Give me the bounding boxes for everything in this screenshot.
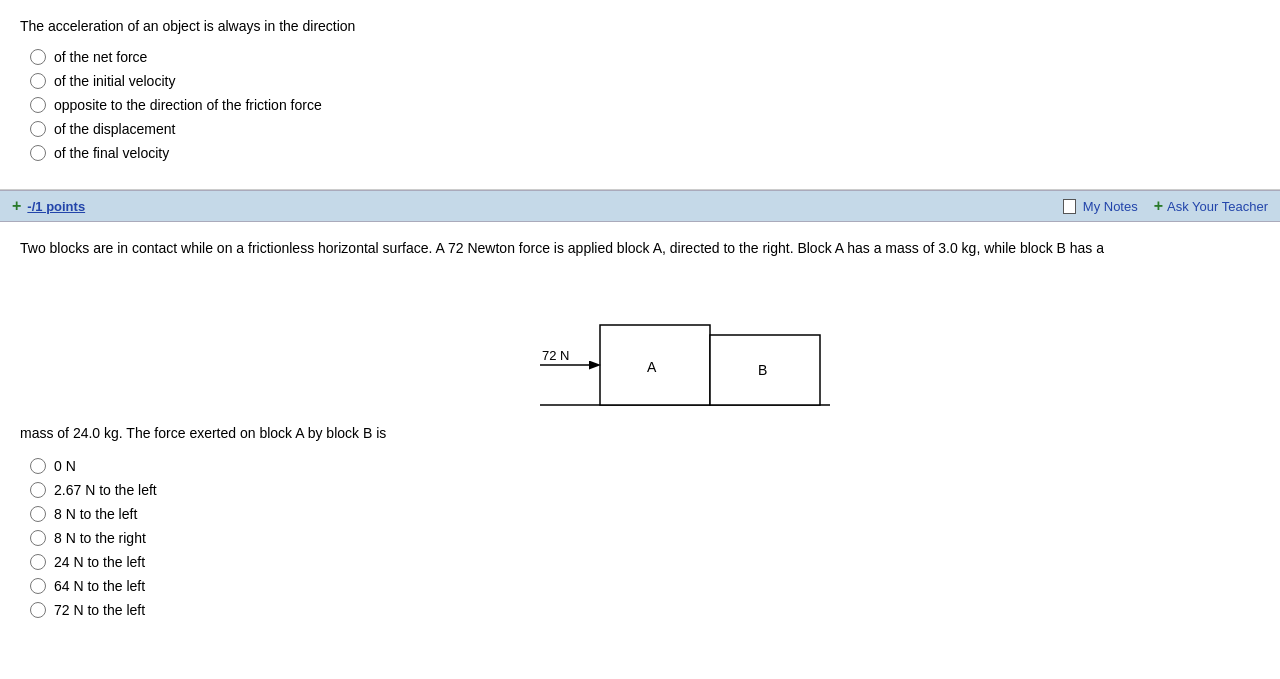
question1-section: The acceleration of an object is always … — [0, 0, 1280, 190]
points-label[interactable]: -/1 points — [27, 199, 85, 214]
q2-option4-item: 8 N to the right — [30, 530, 1260, 546]
question2-options: 0 N 2.67 N to the left 8 N to the left 8… — [20, 458, 1260, 618]
option2-item: of the initial velocity — [30, 73, 1260, 89]
block-b-label: B — [758, 362, 767, 378]
option5-item: of the final velocity — [30, 145, 1260, 161]
q2-option5-item: 24 N to the left — [30, 554, 1260, 570]
q2-option2-item: 2.67 N to the left — [30, 482, 1260, 498]
q2-option1-radio[interactable] — [30, 458, 46, 474]
q2-option3-item: 8 N to the left — [30, 506, 1260, 522]
q2-option6-radio[interactable] — [30, 578, 46, 594]
doc-icon — [1063, 199, 1076, 214]
mass-text: mass of 24.0 kg. The force exerted on bl… — [20, 423, 1260, 444]
q2-option7-item: 72 N to the left — [30, 602, 1260, 618]
option1-radio[interactable] — [30, 49, 46, 65]
option5-radio[interactable] — [30, 145, 46, 161]
q2-option1-label[interactable]: 0 N — [54, 458, 76, 474]
option3-label[interactable]: opposite to the direction of the frictio… — [54, 97, 322, 113]
plus-icon: + — [12, 197, 21, 215]
my-notes-button[interactable]: My Notes — [1063, 199, 1138, 214]
q2-option3-label[interactable]: 8 N to the left — [54, 506, 137, 522]
ask-teacher-plus-icon: + — [1154, 197, 1163, 215]
option1-item: of the net force — [30, 49, 1260, 65]
section-header: + -/1 points My Notes + Ask Your Teacher — [0, 190, 1280, 222]
option2-label[interactable]: of the initial velocity — [54, 73, 175, 89]
q2-option6-item: 64 N to the left — [30, 578, 1260, 594]
q2-option4-label[interactable]: 8 N to the right — [54, 530, 146, 546]
my-notes-label: My Notes — [1083, 199, 1138, 214]
option3-item: opposite to the direction of the frictio… — [30, 97, 1260, 113]
ask-teacher-button[interactable]: + Ask Your Teacher — [1154, 197, 1268, 215]
option3-radio[interactable] — [30, 97, 46, 113]
question2-section: Two blocks are in contact while on a fri… — [0, 222, 1280, 646]
option4-item: of the displacement — [30, 121, 1260, 137]
q2-option2-radio[interactable] — [30, 482, 46, 498]
question1-text: The acceleration of an object is always … — [20, 16, 1260, 37]
header-right: My Notes + Ask Your Teacher — [1063, 197, 1268, 215]
physics-diagram: 72 N A B — [390, 275, 890, 415]
q2-option3-radio[interactable] — [30, 506, 46, 522]
q2-option5-label[interactable]: 24 N to the left — [54, 554, 145, 570]
option4-radio[interactable] — [30, 121, 46, 137]
q2-option7-label[interactable]: 72 N to the left — [54, 602, 145, 618]
header-left: + -/1 points — [12, 197, 85, 215]
q2-option6-label[interactable]: 64 N to the left — [54, 578, 145, 594]
q2-option1-item: 0 N — [30, 458, 1260, 474]
question2-text: Two blocks are in contact while on a fri… — [20, 238, 1260, 259]
question1-options: of the net force of the initial velocity… — [20, 49, 1260, 161]
q2-option2-label[interactable]: 2.67 N to the left — [54, 482, 157, 498]
ask-teacher-label: Ask Your Teacher — [1167, 199, 1268, 214]
q2-option5-radio[interactable] — [30, 554, 46, 570]
q2-option4-radio[interactable] — [30, 530, 46, 546]
option4-label[interactable]: of the displacement — [54, 121, 175, 137]
option5-label[interactable]: of the final velocity — [54, 145, 169, 161]
diagram-svg: 72 N A B — [450, 275, 830, 415]
q2-option7-radio[interactable] — [30, 602, 46, 618]
block-a-label: A — [647, 359, 657, 375]
force-label: 72 N — [542, 348, 569, 363]
option1-label[interactable]: of the net force — [54, 49, 147, 65]
option2-radio[interactable] — [30, 73, 46, 89]
